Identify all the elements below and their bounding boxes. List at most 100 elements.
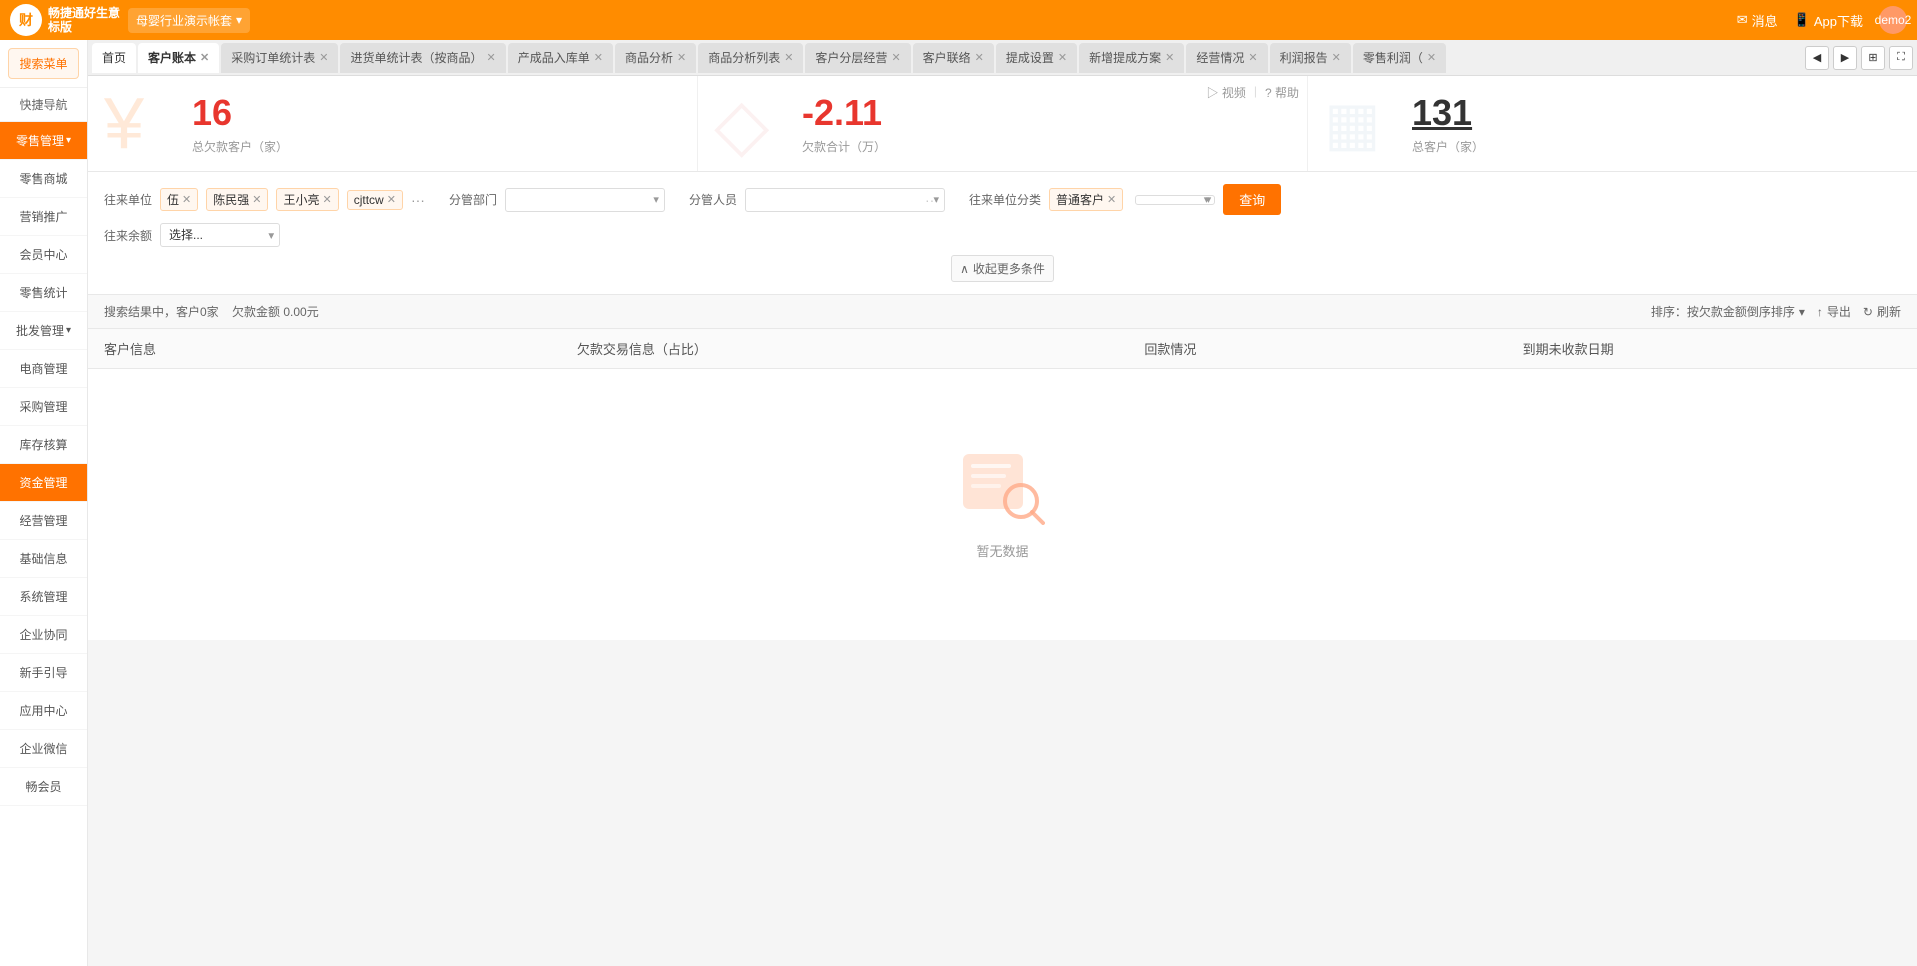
sort-button[interactable]: 排序：按欠款金额倒序排序 ▾ <box>1651 303 1805 320</box>
tab-home[interactable]: 首页 <box>92 43 136 73</box>
table-header: 客户信息 欠款交易信息（占比） 回款情况 到期未收款日期 <box>88 329 1917 369</box>
col-header-due: 到期未收款日期 <box>1523 339 1901 358</box>
filter-tag-remove-4[interactable]: ✕ <box>387 193 396 206</box>
top-bar: 财 畅捷通好生意 标版 母婴行业演示帐套 ▾ ✉ 消息 📱 App下载 dem <box>0 0 1917 40</box>
tab-close-product-analysis-list[interactable]: ✕ <box>784 51 793 64</box>
logo-area: 财 畅捷通好生意 标版 <box>10 4 120 36</box>
export-button[interactable]: ↑ 导出 <box>1817 303 1851 320</box>
filter-person-expand-icon: ··· <box>925 192 939 208</box>
tab-commission-settings[interactable]: 提成设置 ✕ <box>996 43 1077 73</box>
collapse-filter-button[interactable]: ∧ 收起更多条件 <box>951 255 1054 282</box>
sidebar-item-basic-info[interactable]: 基础信息 <box>0 540 87 578</box>
filter-balance-select[interactable]: 选择... <box>160 223 280 247</box>
tab-product-analysis-list[interactable]: 商品分析列表 ✕ <box>698 43 803 73</box>
message-icon: ✉ <box>1737 12 1748 28</box>
tab-customer-ledger[interactable]: 客户账本 ✕ <box>138 43 219 73</box>
refresh-button[interactable]: ↻ 刷新 <box>1863 303 1901 320</box>
col-header-repayment: 回款情况 <box>1144 339 1522 358</box>
sidebar-item-inventory[interactable]: 库存核算 <box>0 426 87 464</box>
filter-category-dropdown[interactable] <box>1135 195 1215 205</box>
video-button[interactable]: ▷ 视频 <box>1206 84 1245 101</box>
col-header-customer: 客户信息 <box>104 339 577 358</box>
sidebar-item-system-mgmt[interactable]: 系统管理 <box>0 578 87 616</box>
sidebar-item-member-center[interactable]: 会员中心 <box>0 236 87 274</box>
stat-value-customers: 16 <box>192 92 288 134</box>
sidebar-item-enterprise-wechat[interactable]: 企业微信 <box>0 730 87 768</box>
sidebar: 搜索菜单 快捷导航 零售管理 ▾ 零售商城 营销推广 会员中心 零售统计 批发管… <box>0 40 88 966</box>
filter-tag-remove-1[interactable]: ✕ <box>182 193 191 206</box>
filter-balance-label: 往来余额 <box>104 227 152 244</box>
filter-person-input[interactable] <box>745 188 945 212</box>
filter-tag-unit-3: 王小亮 ✕ <box>276 188 338 211</box>
tab-close-profit[interactable]: ✕ <box>1332 51 1341 64</box>
sidebar-item-chang-member[interactable]: 畅会员 <box>0 768 87 806</box>
sidebar-item-marketing[interactable]: 营销推广 <box>0 198 87 236</box>
filter-more-units[interactable]: ··· <box>411 192 425 208</box>
tab-next-button[interactable]: ▶ <box>1833 46 1857 70</box>
sidebar-search-section: 搜索菜单 <box>0 40 87 88</box>
user-avatar[interactable]: demo2 <box>1879 6 1907 34</box>
stat-value-debt: -2.11 <box>802 92 886 134</box>
sidebar-item-retail-stats[interactable]: 零售统计 <box>0 274 87 312</box>
filter-unit-label: 往来单位 <box>104 191 152 208</box>
tab-close-retail-profit[interactable]: ✕ <box>1427 51 1436 64</box>
logo-icon: 财 <box>10 4 42 36</box>
tab-close-customer-contact[interactable]: ✕ <box>975 51 984 64</box>
quick-nav-button[interactable]: 快捷导航 <box>0 88 87 122</box>
help-button[interactable]: ? 帮助 <box>1265 84 1299 101</box>
sidebar-item-retail-mgmt[interactable]: 零售管理 ▾ <box>0 122 87 160</box>
chevron-down-icon: ▾ <box>66 135 71 146</box>
tab-purchase-stats-product[interactable]: 进货单统计表（按商品） ✕ <box>340 43 505 73</box>
filter-dept-input[interactable] <box>505 188 665 212</box>
sidebar-item-wholesale-mgmt[interactable]: 批发管理 ▾ <box>0 312 87 350</box>
sidebar-item-newcomer-guide[interactable]: 新手引导 <box>0 654 87 692</box>
sidebar-item-ecommerce-mgmt[interactable]: 电商管理 <box>0 350 87 388</box>
tab-close-purchase-stats[interactable]: ✕ <box>487 51 496 64</box>
tab-close-new-commission[interactable]: ✕ <box>1165 51 1174 64</box>
tab-product-analysis[interactable]: 商品分析 ✕ <box>615 43 696 73</box>
filter-tag-remove-3[interactable]: ✕ <box>323 193 332 206</box>
tab-purchase-order-stats[interactable]: 采购订单统计表 ✕ <box>221 43 338 73</box>
tab-close-product-analysis[interactable]: ✕ <box>677 51 686 64</box>
chevron-up-icon: ∧ <box>960 262 969 276</box>
tab-close-operations[interactable]: ✕ <box>1248 51 1257 64</box>
tab-customer-contact[interactable]: 客户联络 ✕ <box>913 43 994 73</box>
message-button[interactable]: ✉ 消息 <box>1737 11 1778 30</box>
store-selector[interactable]: 母婴行业演示帐套 ▾ <box>128 8 250 33</box>
sidebar-item-app-center[interactable]: 应用中心 <box>0 692 87 730</box>
stat-bg-icon-3: ▦ <box>1324 89 1381 159</box>
tab-product-inbound[interactable]: 产成品入库单 ✕ <box>508 43 613 73</box>
sidebar-item-retail-mall[interactable]: 零售商城 <box>0 160 87 198</box>
tab-close-commission[interactable]: ✕ <box>1058 51 1067 64</box>
tab-close-purchase-order[interactable]: ✕ <box>319 51 328 64</box>
filter-tag-unit-1: 伍 ✕ <box>160 188 198 211</box>
tab-prev-button[interactable]: ◀ <box>1805 46 1829 70</box>
sidebar-item-capital-mgmt[interactable]: 资金管理 <box>0 464 87 502</box>
filter-tag-remove-category-1[interactable]: ✕ <box>1107 193 1116 206</box>
sidebar-item-enterprise-collab[interactable]: 企业协同 <box>0 616 87 654</box>
filter-tag-unit-2: 陈民强 ✕ <box>206 188 268 211</box>
filter-tag-remove-2[interactable]: ✕ <box>252 193 261 206</box>
search-menu-button[interactable]: 搜索菜单 <box>8 48 79 79</box>
tab-close-product-inbound[interactable]: ✕ <box>594 51 603 64</box>
tab-bar-right: ◀ ▶ ⊞ ⛶ <box>1805 46 1913 70</box>
search-button[interactable]: 查询 <box>1223 184 1281 215</box>
app-download-button[interactable]: 📱 App下载 <box>1794 11 1863 30</box>
stats-row: ¥ 16 总欠款客户（家） ◇ -2.11 欠款合计（万） <box>88 76 1917 172</box>
chevron-down-icon: ▾ <box>236 13 242 27</box>
tab-operations-status[interactable]: 经营情况 ✕ <box>1186 43 1267 73</box>
tab-close-customer-layered[interactable]: ✕ <box>891 51 900 64</box>
tab-close-customer-ledger[interactable]: ✕ <box>200 51 209 64</box>
tab-retail-profit[interactable]: 零售利润（ ✕ <box>1353 43 1446 73</box>
tab-expand-button[interactable]: ⊞ <box>1861 46 1885 70</box>
tab-customer-layered[interactable]: 客户分层经营 ✕ <box>805 43 910 73</box>
chevron-down-icon: ▾ <box>66 325 71 336</box>
filter-collapse-row: ∧ 收起更多条件 <box>104 255 1901 282</box>
tab-fullscreen-button[interactable]: ⛶ <box>1889 46 1913 70</box>
tab-new-commission-plan[interactable]: 新增提成方案 ✕ <box>1079 43 1184 73</box>
sidebar-item-purchase-mgmt[interactable]: 采购管理 <box>0 388 87 426</box>
export-icon: ↑ <box>1817 305 1823 319</box>
sidebar-item-operations-mgmt[interactable]: 经营管理 <box>0 502 87 540</box>
col-header-debt: 欠款交易信息（占比） <box>577 339 1144 358</box>
tab-profit-report[interactable]: 利润报告 ✕ <box>1270 43 1351 73</box>
